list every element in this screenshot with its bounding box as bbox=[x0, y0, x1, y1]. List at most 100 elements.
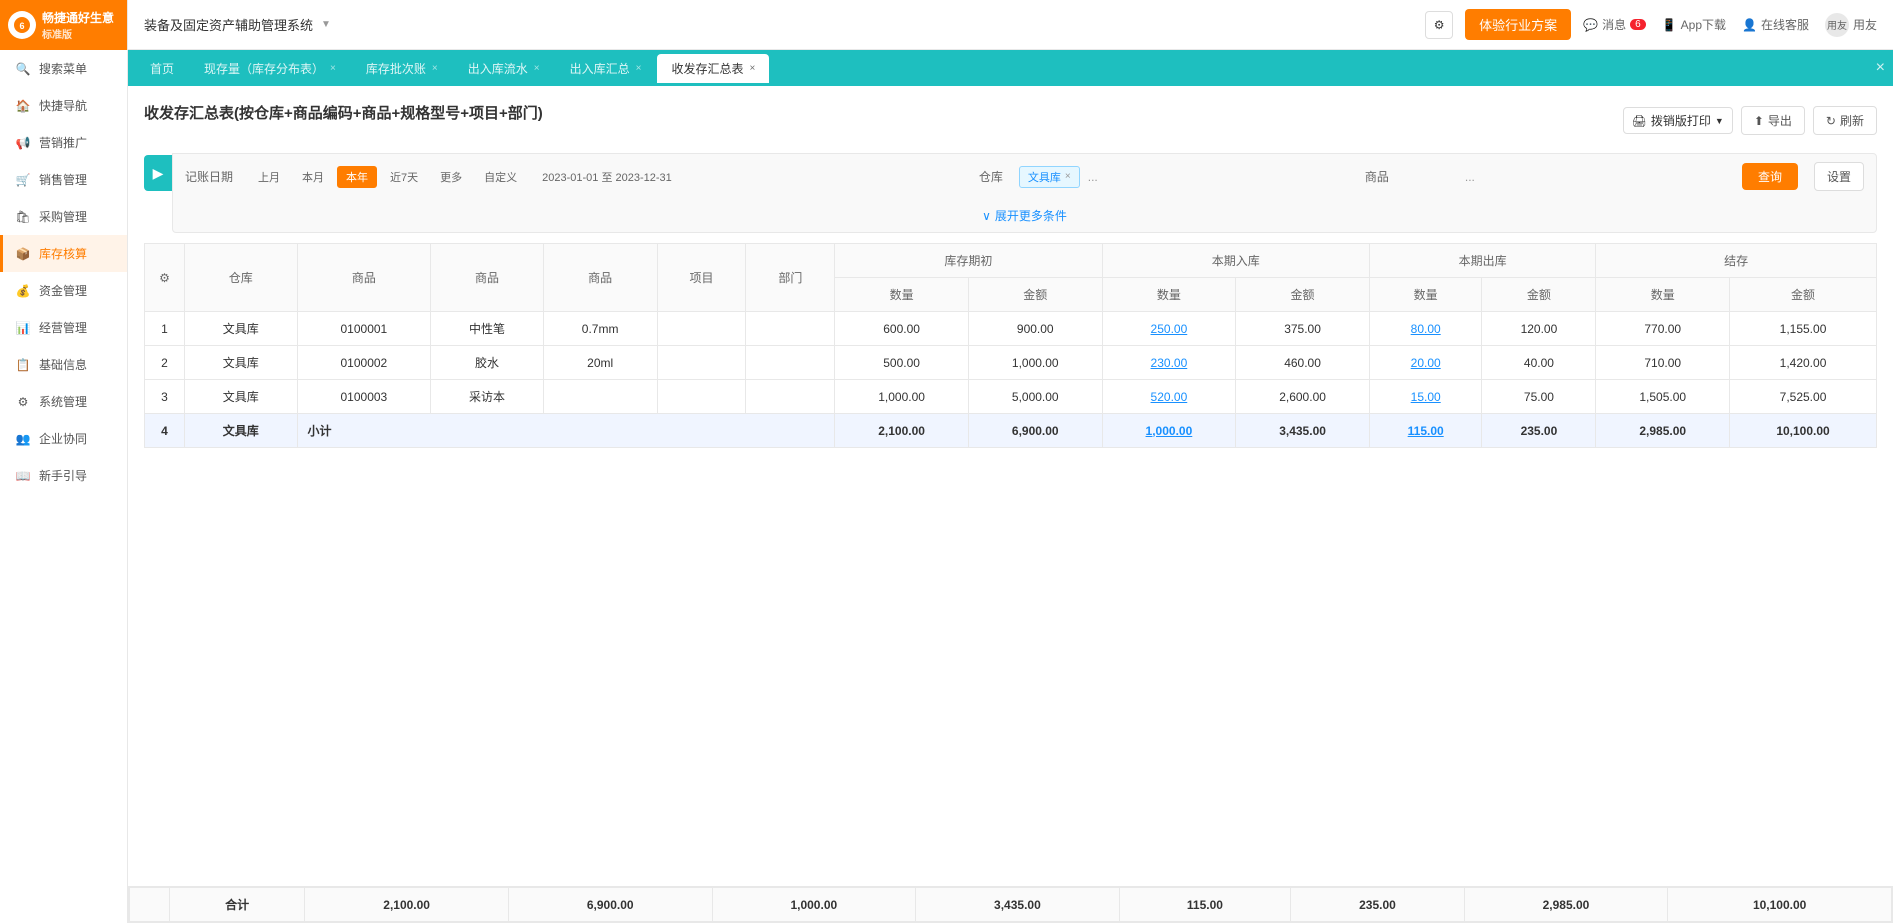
expand-conditions-btn[interactable]: ∨ 展开更多条件 bbox=[982, 207, 1067, 224]
filter-row-1: 记账日期 上月 本月 本年 近7天 更多 自定义 2023-01-01 至 20… bbox=[185, 162, 1864, 191]
row-in-qty-link[interactable]: 520.00 bbox=[1102, 380, 1236, 414]
tab-home[interactable]: 首页 bbox=[136, 54, 188, 83]
tab-close-inout-summary[interactable]: × bbox=[636, 63, 642, 74]
date-btn-7days[interactable]: 近7天 bbox=[381, 166, 427, 188]
subtotal-label: 小计 bbox=[297, 414, 835, 448]
warehouse-tag-close[interactable]: × bbox=[1065, 171, 1071, 182]
arrow-right-icon: ▶ bbox=[153, 165, 164, 182]
sidebar-nav: 🔍 搜索菜单 🏠 快捷导航 📢 营销推广 🛒 销售管理 🛍 采购管理 📦 库存核… bbox=[0, 50, 127, 923]
row-in-qty-link[interactable]: 230.00 bbox=[1102, 346, 1236, 380]
tab-inout-flow[interactable]: 出入库流水 × bbox=[454, 54, 554, 83]
sidebar-item-search[interactable]: 🔍 搜索菜单 bbox=[0, 50, 127, 87]
row-bal-qty: 710.00 bbox=[1596, 346, 1730, 380]
tab-inout-summary[interactable]: 出入库汇总 × bbox=[556, 54, 656, 83]
date-filter-btns: 上月 本月 本年 近7天 更多 自定义 bbox=[249, 166, 526, 188]
box-icon: 📦 bbox=[15, 246, 31, 262]
app-download-btn[interactable]: 📱 App下载 bbox=[1662, 16, 1726, 33]
table-subtotal-row: 4 文具库 小计 2,100.00 6,900.00 1,000.00 3,43… bbox=[145, 414, 1877, 448]
tab-recv-send[interactable]: 收发存汇总表 × bbox=[657, 54, 769, 83]
row-project bbox=[657, 346, 746, 380]
header-right: 💬 消息 6 📱 App下载 👤 在线客服 用友 用友 bbox=[1583, 13, 1877, 37]
sidebar-item-inventory[interactable]: 📦 库存核算 bbox=[0, 235, 127, 272]
sidebar-item-marketing[interactable]: 📢 营销推广 bbox=[0, 124, 127, 161]
col-out-header: 本期出库 bbox=[1369, 244, 1595, 278]
user-avatar[interactable]: 用友 用友 bbox=[1825, 13, 1877, 37]
row-out-qty-link[interactable]: 15.00 bbox=[1369, 380, 1482, 414]
filter-toggle-btn[interactable]: ▶ bbox=[144, 155, 172, 191]
notice-btn[interactable]: 💬 消息 6 bbox=[1583, 16, 1646, 33]
sidebar-item-system[interactable]: ⚙ 系统管理 bbox=[0, 383, 127, 420]
tab-close-stock[interactable]: × bbox=[330, 63, 336, 74]
try-industry-btn[interactable]: 体验行业方案 bbox=[1465, 9, 1571, 40]
sidebar-item-sales[interactable]: 🛒 销售管理 bbox=[0, 161, 127, 198]
sidebar-item-quicknav[interactable]: 🏠 快捷导航 bbox=[0, 87, 127, 124]
search-icon: 🔍 bbox=[15, 61, 31, 77]
table-container: ⚙ 仓库 商品 商品 商品 项目 部门 库存期初 本期入库 本期出库 结存 bbox=[144, 243, 1877, 448]
row-bal-qty: 1,505.00 bbox=[1596, 380, 1730, 414]
sidebar-item-purchase[interactable]: 🛍 采购管理 bbox=[0, 198, 127, 235]
col-dept-header: 部门 bbox=[746, 244, 835, 312]
goods-filter-label: 商品 bbox=[1365, 168, 1389, 185]
warehouse-more-btn[interactable]: ... bbox=[1088, 170, 1098, 184]
date-btn-this-year[interactable]: 本年 bbox=[337, 166, 377, 188]
goods-more-btn[interactable]: ... bbox=[1465, 170, 1475, 184]
query-btn[interactable]: 查询 bbox=[1742, 163, 1798, 190]
top-header: 装备及固定资产辅助管理系统 ▼ ⚙ 体验行业方案 💬 消息 6 📱 App下载 … bbox=[128, 0, 1893, 50]
row-open-qty: 1,000.00 bbox=[835, 380, 969, 414]
subtotal-out-qty[interactable]: 115.00 bbox=[1369, 414, 1482, 448]
row-index: 2 bbox=[145, 346, 185, 380]
col-out-qty-header: 数量 bbox=[1369, 278, 1482, 312]
tab-bar-close-btn[interactable]: × bbox=[1876, 59, 1885, 77]
sidebar-item-newbie[interactable]: 📖 新手引导 bbox=[0, 457, 127, 494]
row-out-amt: 75.00 bbox=[1482, 380, 1596, 414]
tab-close-batch[interactable]: × bbox=[432, 63, 438, 74]
footer-out-amt: 235.00 bbox=[1291, 888, 1464, 922]
row-in-qty-link[interactable]: 250.00 bbox=[1102, 312, 1236, 346]
col-in-qty-header: 数量 bbox=[1102, 278, 1236, 312]
tab-close-recv-send[interactable]: × bbox=[749, 63, 755, 74]
row-out-qty-link[interactable]: 80.00 bbox=[1369, 312, 1482, 346]
col-out-amt-header: 金额 bbox=[1482, 278, 1596, 312]
header-settings-btn[interactable]: ⚙ bbox=[1425, 11, 1453, 39]
print-btn[interactable]: 🖨 拨销版打印 ▼ bbox=[1623, 107, 1733, 134]
notice-icon: 💬 bbox=[1583, 18, 1598, 32]
subtotal-in-qty[interactable]: 1,000.00 bbox=[1102, 414, 1236, 448]
tab-close-inout-flow[interactable]: × bbox=[534, 63, 540, 74]
print-icon: 🖨 bbox=[1632, 114, 1647, 128]
table-settings-btn[interactable]: 设置 bbox=[1814, 162, 1864, 191]
tab-stock[interactable]: 现存量（库存分布表） × bbox=[190, 54, 350, 83]
export-btn[interactable]: ⬆ 导出 bbox=[1741, 106, 1805, 135]
refresh-btn[interactable]: ↻ 刷新 bbox=[1813, 106, 1877, 135]
date-btn-this-month[interactable]: 本月 bbox=[293, 166, 333, 188]
row-out-qty-link[interactable]: 20.00 bbox=[1369, 346, 1482, 380]
people-icon: 👥 bbox=[15, 431, 31, 447]
list-icon: 📋 bbox=[15, 357, 31, 373]
sidebar-item-enterprise[interactable]: 👥 企业协同 bbox=[0, 420, 127, 457]
gear-icon: ⚙ bbox=[15, 394, 31, 410]
row-in-amt: 375.00 bbox=[1236, 312, 1370, 346]
main-content: 装备及固定资产辅助管理系统 ▼ ⚙ 体验行业方案 💬 消息 6 📱 App下载 … bbox=[128, 0, 1893, 923]
table-settings-icon[interactable]: ⚙ bbox=[159, 271, 170, 285]
warehouse-filter-label: 仓库 bbox=[979, 168, 1003, 185]
avatar: 用友 bbox=[1825, 13, 1849, 37]
tab-batch[interactable]: 库存批次账 × bbox=[352, 54, 452, 83]
subtotal-warehouse: 文具库 bbox=[185, 414, 298, 448]
warehouse-filter: 文具库 × ... bbox=[1019, 166, 1098, 188]
chevron-down-icon: ▼ bbox=[1715, 116, 1724, 126]
sidebar-item-finance[interactable]: 💰 资金管理 bbox=[0, 272, 127, 309]
svg-text:6: 6 bbox=[19, 21, 24, 31]
row-project bbox=[657, 380, 746, 414]
col-in-header: 本期入库 bbox=[1102, 244, 1369, 278]
date-filter-label: 记账日期 bbox=[185, 168, 233, 185]
footer-empty bbox=[130, 888, 170, 922]
row-project bbox=[657, 312, 746, 346]
footer-total-label: 合计 bbox=[170, 888, 305, 922]
row-code: 0100003 bbox=[297, 380, 431, 414]
online-service-btn[interactable]: 👤 在线客服 bbox=[1742, 16, 1809, 33]
date-btn-last-month[interactable]: 上月 bbox=[249, 166, 289, 188]
sidebar-item-basic[interactable]: 📋 基础信息 bbox=[0, 346, 127, 383]
date-btn-custom[interactable]: 自定义 bbox=[475, 166, 526, 188]
sidebar-item-operations[interactable]: 📊 经营管理 bbox=[0, 309, 127, 346]
col-open-amt-header: 金额 bbox=[968, 278, 1102, 312]
date-btn-more[interactable]: 更多 bbox=[431, 166, 471, 188]
